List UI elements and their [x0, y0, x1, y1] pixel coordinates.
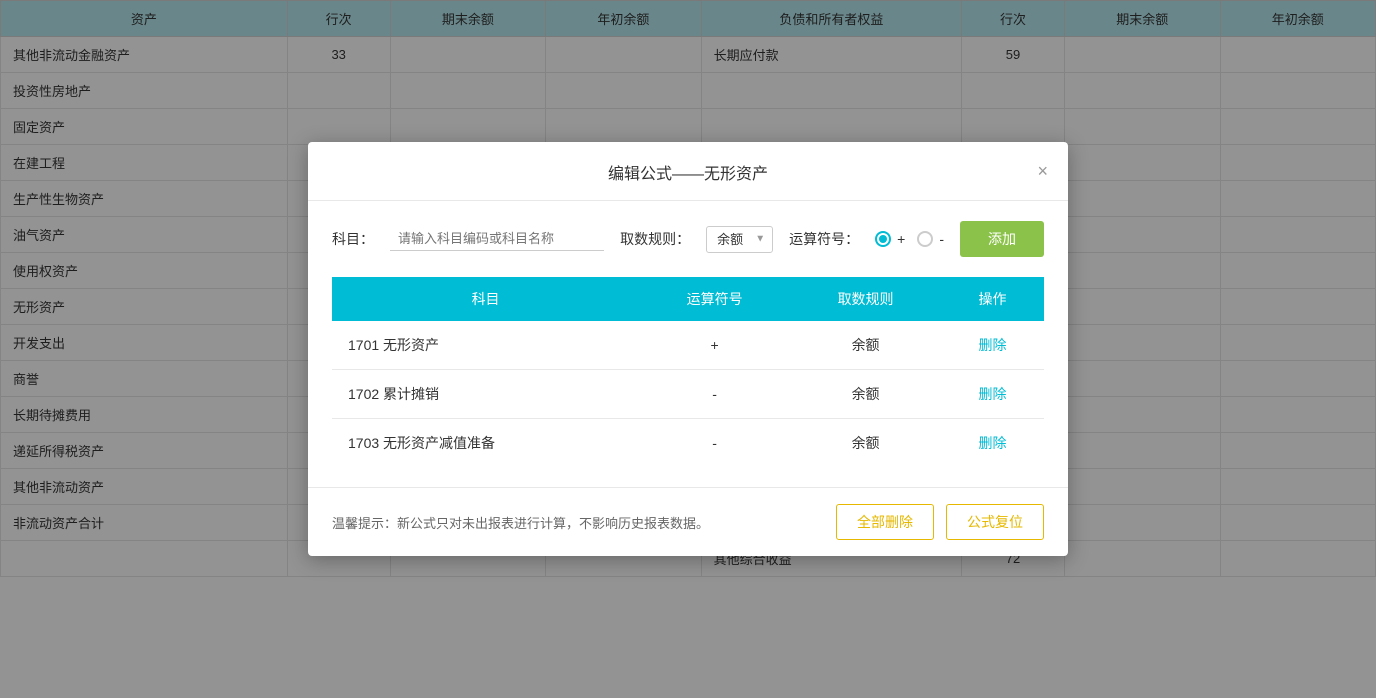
- form-row: 科目： 取数规则： 余额 运算符号： + -: [332, 221, 1044, 257]
- radio-minus-item[interactable]: -: [917, 231, 944, 247]
- formula-operator: +: [639, 321, 790, 370]
- formula-subject: 1703 无形资产减值准备: [332, 419, 639, 468]
- modal-footer: 温馨提示：新公式只对未出报表进行计算，不影响历史报表数据。 全部删除 公式复位: [308, 487, 1068, 556]
- radio-minus-circle: [917, 231, 933, 247]
- delete-all-button[interactable]: 全部删除: [836, 504, 934, 540]
- formula-subject: 1701 无形资产: [332, 321, 639, 370]
- modal-close-button[interactable]: ×: [1033, 158, 1052, 184]
- table-row: 1703 无形资产减值准备-余额 删除: [332, 419, 1044, 468]
- footer-tip: 温馨提示：新公式只对未出报表进行计算，不影响历史报表数据。: [332, 513, 709, 532]
- rule-select-wrap: 余额: [706, 226, 773, 253]
- operator-radio-group: + -: [875, 231, 944, 247]
- radio-minus-label: -: [939, 231, 944, 247]
- formula-action: 删除: [941, 321, 1044, 370]
- edit-formula-modal: 编辑公式——无形资产 × 科目： 取数规则： 余额 运算符号：: [308, 142, 1068, 556]
- modal-header: 编辑公式——无形资产 ×: [308, 142, 1068, 201]
- rule-select[interactable]: 余额: [706, 226, 773, 253]
- formula-rule: 余额: [790, 370, 941, 419]
- formula-operator: -: [639, 419, 790, 468]
- radio-plus-item[interactable]: +: [875, 231, 905, 247]
- formula-subject: 1702 累计摊销: [332, 370, 639, 419]
- delete-row-button[interactable]: 删除: [979, 433, 1007, 453]
- formula-table: 科目 运算符号 取数规则 操作 1701 无形资产+余额删除1702 累计摊销-…: [332, 277, 1044, 467]
- table-row: 1702 累计摊销-余额 删除: [332, 370, 1044, 419]
- delete-row-button[interactable]: 删除: [979, 384, 1007, 404]
- th-action: 操作: [941, 277, 1044, 321]
- formula-action: 删除: [941, 370, 1044, 419]
- formula-operator: -: [639, 370, 790, 419]
- formula-rule: 余额: [790, 321, 941, 370]
- add-button[interactable]: 添加: [960, 221, 1044, 257]
- radio-plus-label: +: [897, 231, 905, 247]
- rule-label: 取数规则：: [620, 229, 690, 249]
- table-header-row: 科目 运算符号 取数规则 操作: [332, 277, 1044, 321]
- radio-plus-circle: [875, 231, 891, 247]
- modal-title: 编辑公式——无形资产: [608, 160, 768, 184]
- reset-formula-button[interactable]: 公式复位: [946, 504, 1044, 540]
- subject-input[interactable]: [390, 227, 604, 251]
- formula-action: 删除: [941, 419, 1044, 468]
- subject-label: 科目：: [332, 229, 374, 249]
- th-rule: 取数规则: [790, 277, 941, 321]
- modal-overlay: 编辑公式——无形资产 × 科目： 取数规则： 余额 运算符号：: [0, 0, 1376, 698]
- table-row: 1701 无形资产+余额 删除: [332, 321, 1044, 370]
- th-subject: 科目: [332, 277, 639, 321]
- modal-body: 科目： 取数规则： 余额 运算符号： + -: [308, 201, 1068, 487]
- th-operator: 运算符号: [639, 277, 790, 321]
- operator-label: 运算符号：: [789, 229, 859, 249]
- delete-row-button[interactable]: 删除: [979, 335, 1007, 355]
- footer-buttons: 全部删除 公式复位: [836, 504, 1044, 540]
- formula-rule: 余额: [790, 419, 941, 468]
